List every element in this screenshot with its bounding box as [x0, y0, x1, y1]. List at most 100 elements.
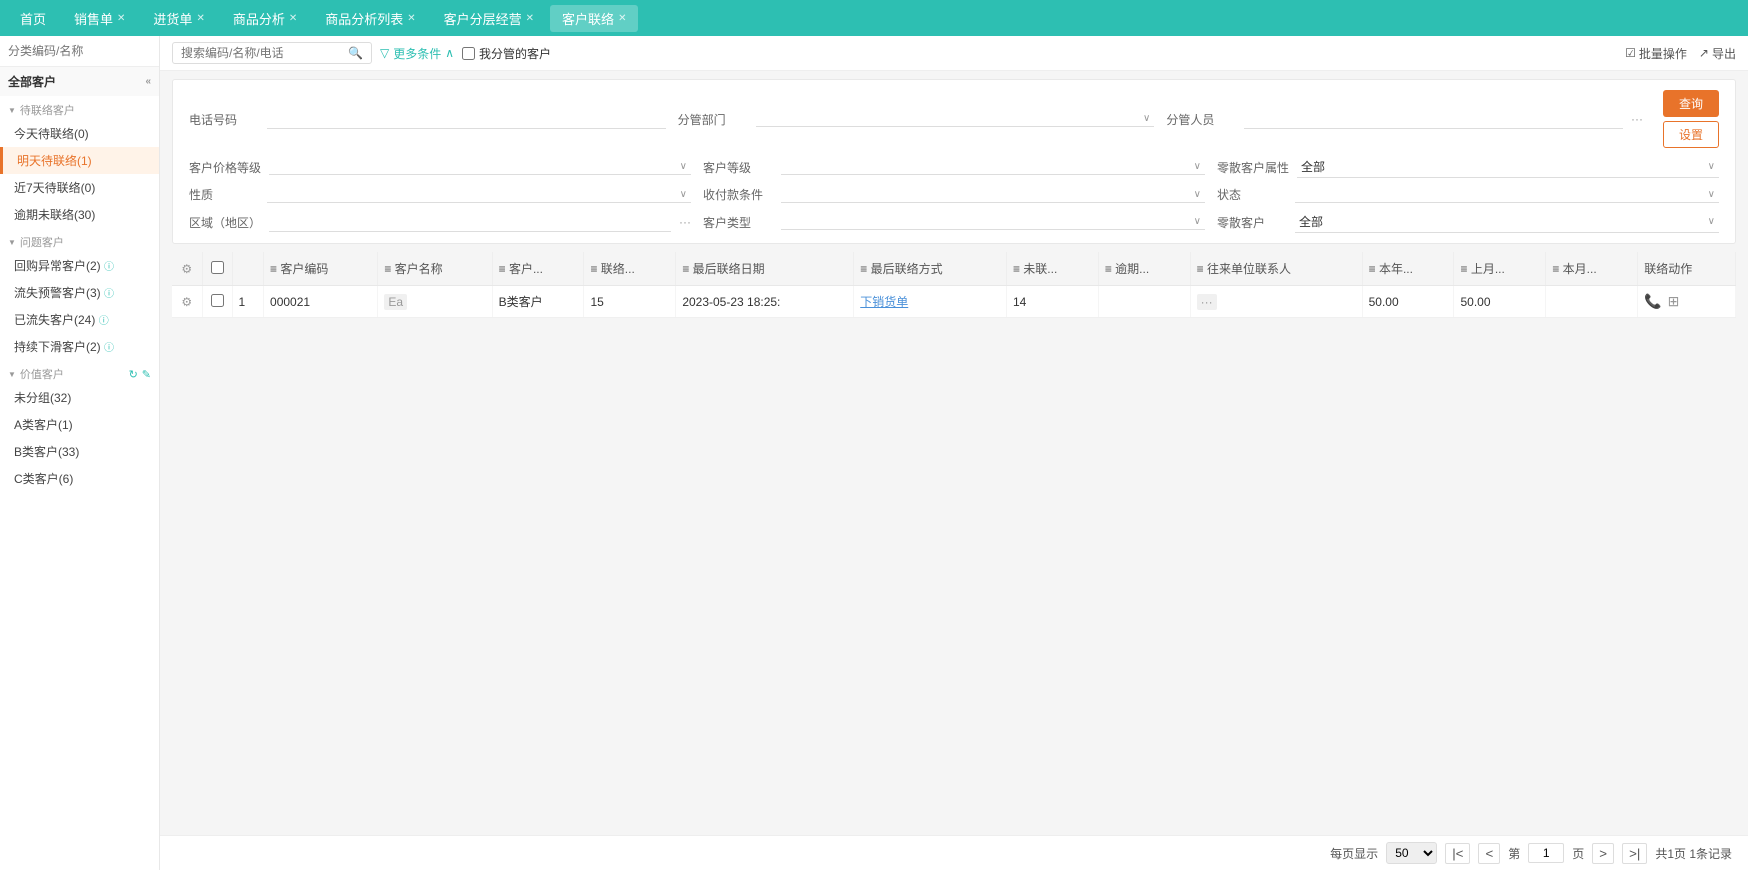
- sidebar-item-abnormal[interactable]: 回购异常客户(2) ⓘ: [0, 252, 159, 279]
- sidebar-item-churn-warning[interactable]: 流失预警客户(3) ⓘ: [0, 279, 159, 306]
- chevron-down-icon-4: ∨: [1708, 161, 1715, 172]
- region-input[interactable]: [269, 213, 671, 232]
- grid-action-icon[interactable]: ⊞: [1668, 293, 1680, 310]
- filter-icon: ▽: [380, 46, 389, 60]
- last-page-button[interactable]: >|: [1622, 843, 1647, 864]
- first-page-button[interactable]: |<: [1445, 843, 1470, 864]
- manager-label: 分管人员: [1166, 111, 1236, 128]
- close-sales-tab[interactable]: ✕: [117, 13, 125, 24]
- sidebar-item-tomorrow[interactable]: 明天待联络(1): [0, 147, 159, 174]
- page-label: 第: [1508, 845, 1520, 862]
- manager-more-icon[interactable]: ···: [1631, 112, 1643, 126]
- close-product-analysis-tab[interactable]: ✕: [289, 13, 297, 24]
- price-level-select[interactable]: ∨: [269, 159, 691, 175]
- nav-customer-contact[interactable]: 客户联络 ✕: [550, 5, 638, 32]
- sidebar-item-ungroup[interactable]: 未分组(32): [0, 384, 159, 411]
- customer-type-select[interactable]: ∨: [781, 214, 1205, 230]
- nav-customer-tier[interactable]: 客户分层经营 ✕: [432, 5, 546, 32]
- row-checkbox[interactable]: [202, 286, 232, 318]
- per-page-select[interactable]: 50 10 20 100: [1386, 842, 1437, 864]
- manager-input[interactable]: [1244, 110, 1623, 129]
- search-icon-main[interactable]: 🔍: [348, 46, 363, 60]
- sidebar-item-today[interactable]: 今天待联络(0): [0, 120, 159, 147]
- phone-action-icon[interactable]: 📞: [1644, 293, 1661, 310]
- nav-product-analysis[interactable]: 商品分析 ✕: [221, 5, 309, 32]
- region-more-icon[interactable]: ···: [679, 215, 691, 229]
- prev-page-button[interactable]: <: [1478, 843, 1500, 864]
- row-last-month: 50.00: [1454, 286, 1546, 318]
- all-customers-header[interactable]: 全部客户 «: [0, 67, 159, 96]
- triangle-icon-3: ▼: [8, 370, 16, 379]
- retail-customer-select[interactable]: 全部 ∨: [1295, 211, 1719, 233]
- checkbox-icon: ☑: [1625, 46, 1636, 60]
- filter-row-2: 客户价格等级 ∨ 客户等级 ∨ 零散客户属性 全部: [189, 156, 1719, 178]
- payment-select[interactable]: ∨: [781, 187, 1205, 203]
- last-method-link[interactable]: 下销货单: [860, 295, 908, 309]
- row-gear[interactable]: ⚙: [172, 286, 202, 318]
- problem-customer-group: ▼ 问题客户: [0, 228, 159, 252]
- retail-attr-select[interactable]: 全部 ∨: [1297, 156, 1719, 178]
- nav-purchase[interactable]: 进货单 ✕: [141, 5, 216, 32]
- row-select-checkbox[interactable]: [211, 294, 224, 307]
- contacts-column-header: ≡ 联络...: [584, 252, 676, 286]
- main-search-input[interactable]: [181, 46, 344, 60]
- select-all-checkbox[interactable]: [211, 261, 224, 274]
- customer-level-select[interactable]: ∨: [781, 159, 1205, 175]
- row-type: B类客户: [492, 286, 584, 318]
- last-method-column-header: ≡ 最后联络方式: [854, 252, 1007, 286]
- refresh-icon[interactable]: ↻: [129, 368, 138, 381]
- filter-row-3: 性质 ∨ 收付款条件 ∨ 状态: [189, 186, 1719, 203]
- batch-action-button[interactable]: ☑ 批量操作: [1625, 45, 1687, 62]
- per-page-label: 每页显示: [1330, 845, 1378, 862]
- action-icons-container: 📞 ⊞: [1644, 293, 1729, 310]
- close-customer-tier-tab[interactable]: ✕: [526, 13, 534, 24]
- sidebar-search-input[interactable]: [8, 44, 160, 58]
- sidebar-item-overdue[interactable]: 逾期未联络(30): [0, 201, 159, 228]
- nav-product-analysis-list[interactable]: 商品分析列表 ✕: [313, 5, 427, 32]
- query-button[interactable]: 查询: [1663, 90, 1719, 117]
- table-container: ⚙ ≡ 客户编码 ≡ 客户名称 ≡ 客户...: [172, 252, 1736, 835]
- row-name: Ea: [378, 286, 492, 318]
- edit-icon[interactable]: ✎: [142, 368, 151, 381]
- filter-row-4: 区域（地区） ··· 客户类型 ∨ 零散客户 全部 ∨: [189, 211, 1719, 233]
- sidebar-item-churned[interactable]: 已流失客户(24) ⓘ: [0, 306, 159, 333]
- my-customers-checkbox[interactable]: [462, 47, 475, 60]
- checkbox-column-header: [202, 252, 232, 286]
- retail-attr-field: 零散客户属性 全部 ∨: [1217, 156, 1719, 178]
- row-contacts: 15: [584, 286, 676, 318]
- next-page-button[interactable]: >: [1592, 843, 1614, 864]
- export-button[interactable]: ↗ 导出: [1699, 45, 1736, 62]
- more-filter-button[interactable]: ▽ 更多条件 ∧: [380, 45, 454, 62]
- close-customer-contact-tab[interactable]: ✕: [618, 13, 626, 24]
- phone-field: 电话号码: [189, 110, 666, 129]
- sidebar-item-declining[interactable]: 持续下滑客户(2) ⓘ: [0, 333, 159, 360]
- sidebar-item-c-class[interactable]: C类客户(6): [0, 465, 159, 492]
- chevron-down-icon-3: ∨: [1194, 161, 1201, 172]
- row-code: 000021: [264, 286, 378, 318]
- row-contact-person: ···: [1190, 286, 1362, 318]
- value-customer-group: ▼ 价值客户 ↻ ✎: [0, 360, 159, 384]
- export-icon: ↗: [1699, 46, 1709, 60]
- nav-sales[interactable]: 销售单 ✕: [62, 5, 137, 32]
- my-customers-filter[interactable]: 我分管的客户: [462, 45, 551, 62]
- nature-select[interactable]: ∨: [267, 187, 691, 203]
- settings-button[interactable]: 设置: [1663, 121, 1719, 148]
- status-select[interactable]: ∨: [1295, 187, 1719, 203]
- row-not-contacted: 14: [1006, 286, 1098, 318]
- phone-input[interactable]: [267, 110, 666, 129]
- sidebar-item-b-class[interactable]: B类客户(33): [0, 438, 159, 465]
- close-purchase-tab[interactable]: ✕: [196, 13, 204, 24]
- collapse-icon: «: [145, 76, 151, 87]
- sidebar-item-7days[interactable]: 近7天待联络(0): [0, 174, 159, 201]
- sidebar-item-a-class[interactable]: A类客户(1): [0, 411, 159, 438]
- page-number-input[interactable]: [1528, 843, 1564, 863]
- nav-home[interactable]: 首页: [8, 5, 58, 32]
- status-label: 状态: [1217, 186, 1287, 203]
- row-overdue: [1098, 286, 1190, 318]
- close-product-list-tab[interactable]: ✕: [407, 13, 415, 24]
- name-column-header: ≡ 客户名称: [378, 252, 492, 286]
- table-header-row: ⚙ ≡ 客户编码 ≡ 客户名称 ≡ 客户...: [172, 252, 1736, 286]
- manager-field: 分管人员 ···: [1166, 110, 1643, 129]
- dept-select[interactable]: ∨: [756, 111, 1155, 127]
- main-search-box: 🔍: [172, 42, 372, 64]
